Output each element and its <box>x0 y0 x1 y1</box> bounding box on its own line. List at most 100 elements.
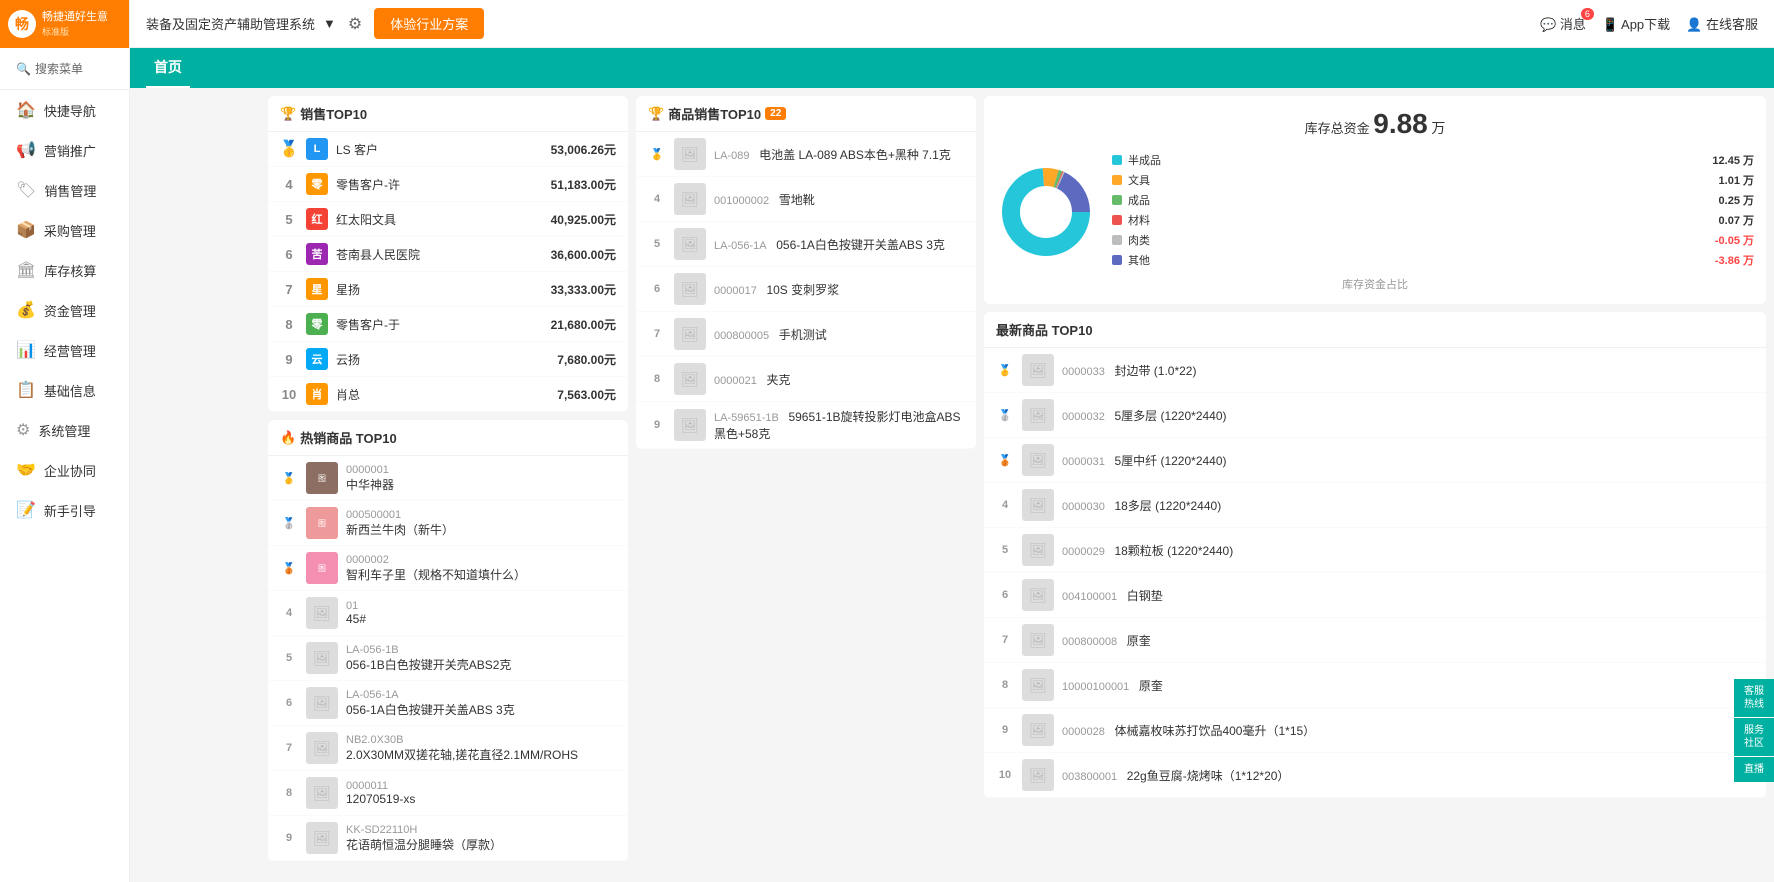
left-col: 🏆 销售TOP10 🥇 L LS 客户 53,006.26元 <box>268 96 628 874</box>
product-thumbnail: 🖼 <box>306 732 338 764</box>
product-name: 电池盖 LA-089 ABS本色+黑种 7.1克 <box>759 148 951 162</box>
settings-icon[interactable]: ⚙ <box>348 14 362 34</box>
avatar: 肖 <box>306 383 328 405</box>
customer-value: 36,600.00元 <box>551 246 616 263</box>
product-info: 0000030 18多层 (1220*2440) <box>1062 497 1754 514</box>
stock-value: 9.88 <box>1373 108 1428 139</box>
list-item: 5 🖼 LA-056-1A 056-1A白色按键开关盖ABS 3克 <box>636 222 976 267</box>
sidebar-item-basic-info[interactable]: 📋 基础信息 <box>0 370 129 410</box>
list-item: 7 🖼 000800008 原奎 <box>984 618 1766 663</box>
product-thumbnail: 🖼 <box>1022 444 1054 476</box>
avatar: 云 <box>306 348 328 370</box>
product-code: 004100001 <box>1062 591 1117 603</box>
list-item: 8 🖼 0000021 夹克 <box>636 357 976 402</box>
product-sales-header: 🏆 商品销售TOP10 22 <box>636 96 976 132</box>
legend-item: 肉类 -0.05 万 <box>1112 232 1754 248</box>
list-item: 9 🖼 0000028 体械嘉枚味苏打饮品400毫升（1*15） <box>984 708 1766 753</box>
system-selector[interactable]: 装备及固定资产辅助管理系统 ▼ <box>146 14 336 33</box>
product-thumbnail: 🖼 <box>1022 579 1054 611</box>
rank-medal: 🥇 <box>996 364 1014 377</box>
sidebar-item-label: 基础信息 <box>44 381 96 400</box>
float-community-btn[interactable]: 服务社区 <box>1734 718 1774 756</box>
sidebar-item-collab[interactable]: 🤝 企业协同 <box>0 450 129 490</box>
list-item: 🥇 🖼 LA-089 电池盖 LA-089 ABS本色+黑种 7.1克 <box>636 132 976 177</box>
search-icon: 🔍 <box>16 62 31 76</box>
product-thumbnail: 🖼 <box>1022 714 1054 746</box>
product-name: 2.0X30MM双搓花轴,搓花直径2.1MM/ROHS <box>346 746 616 763</box>
table-row: 5 红 红太阳文具 40,925.00元 <box>268 202 628 237</box>
image-placeholder-icon: 🖼 <box>313 695 331 712</box>
avatar: 苦 <box>306 243 328 265</box>
image-placeholder-icon: 🖼 <box>1029 542 1047 559</box>
app-download-btn[interactable]: 📱 App下载 <box>1602 14 1670 33</box>
sidebar-item-inventory[interactable]: 🏛 库存核算 <box>0 250 129 290</box>
product-code: LA-056-1A <box>714 240 767 252</box>
sidebar: 畅 畅捷通好生意 标准版 🔍 搜索菜单 🏠 快捷导航 📢 营销推广 🏷 销售管理… <box>0 0 130 882</box>
float-service-btn[interactable]: 客服热线 <box>1734 679 1774 717</box>
legend-value: 0.07 万 <box>1719 212 1754 228</box>
stock-donut-chart <box>996 162 1096 262</box>
image-placeholder-icon: 🖼 <box>1029 767 1047 784</box>
legend-value: -0.05 万 <box>1715 232 1754 248</box>
marketing-icon: 📢 <box>16 140 36 160</box>
top-badge: 22 <box>765 107 786 120</box>
product-thumbnail: 🖼 <box>674 138 706 170</box>
sidebar-item-sales[interactable]: 🏷 销售管理 <box>0 170 129 210</box>
product-thumbnail: 🖼 <box>1022 624 1054 656</box>
product-thumbnail: 🖼 <box>674 318 706 350</box>
product-name: 手机测试 <box>779 328 827 342</box>
search-menu-btn[interactable]: 🔍 搜索菜单 <box>8 56 121 81</box>
content-body: 🏆 销售TOP10 🥇 L LS 客户 53,006.26元 <box>130 88 1774 882</box>
table-row: 🥇 L LS 客户 53,006.26元 <box>268 132 628 167</box>
rank-num: 9 <box>648 419 666 431</box>
stock-label: 库存总资金 <box>1305 121 1370 136</box>
sidebar-item-finance[interactable]: 💰 资金管理 <box>0 290 129 330</box>
product-code: 0000030 <box>1062 501 1105 513</box>
product-name: 体械嘉枚味苏打饮品400毫升（1*15） <box>1114 724 1315 738</box>
message-label: 消息 <box>1560 17 1586 32</box>
home-tab[interactable]: 首页 <box>146 48 190 88</box>
mid-col: 🏆 商品销售TOP10 22 🥇 🖼 LA-089 <box>636 96 976 874</box>
sidebar-item-purchase[interactable]: 📦 采购管理 <box>0 210 129 250</box>
rank-num: 6 <box>648 283 666 295</box>
latest-products-panel: 最新商品 TOP10 🥇 🖼 0000033 封边带 (1.0*22) <box>984 312 1766 798</box>
image-placeholder-icon: 🖼 <box>313 650 331 667</box>
product-info: LA-056-1A 056-1A白色按键开关盖ABS 3克 <box>346 689 616 718</box>
page-content: 首页 🏆 销售TOP10 🥇 <box>130 48 1774 882</box>
customer-name: 肖总 <box>336 386 549 403</box>
sidebar-item-operations[interactable]: 📊 经营管理 <box>0 330 129 370</box>
logo-icon: 畅 <box>8 10 36 38</box>
sidebar-item-quicknav[interactable]: 🏠 快捷导航 <box>0 90 129 130</box>
sidebar-item-system[interactable]: ⚙ 系统管理 <box>0 410 129 450</box>
customer-name: LS 客户 <box>336 141 543 158</box>
rank-num: 5 <box>648 238 666 250</box>
customer-value: 7,680.00元 <box>557 351 616 368</box>
product-thumbnail: 图 <box>306 462 338 494</box>
sidebar-item-newbie[interactable]: 📝 新手引导 <box>0 490 129 530</box>
sidebar-item-label: 营销推广 <box>44 141 96 160</box>
sidebar-search-area[interactable]: 🔍 搜索菜单 <box>0 48 129 90</box>
list-item: 6 🖼 004100001 白钢垫 <box>984 573 1766 618</box>
product-thumbnail: 🖼 <box>674 363 706 395</box>
trial-btn[interactable]: 体验行业方案 <box>374 8 484 39</box>
product-thumbnail: 🖼 <box>306 642 338 674</box>
product-name: 056-1A白色按键开关盖ABS 3克 <box>776 238 945 252</box>
product-info: 0000002 智利车子里（规格不知道填什么） <box>346 554 616 583</box>
product-code: 0000002 <box>346 554 616 566</box>
product-name: 10S 变刺罗浆 <box>766 283 839 297</box>
stock-chart-area: 半成品 12.45 万 文具 1.01 万 <box>996 152 1754 272</box>
image-placeholder-icon: 🖼 <box>313 740 331 757</box>
sidebar-item-marketing[interactable]: 📢 营销推广 <box>0 130 129 170</box>
image-placeholder-icon: 🖼 <box>681 417 699 434</box>
product-code: 0000028 <box>1062 726 1105 738</box>
quicknav-icon: 🏠 <box>16 100 36 120</box>
product-code: 000500001 <box>346 509 616 521</box>
product-thumbnail: 🖼 <box>674 273 706 305</box>
online-service-btn[interactable]: 👤 在线客服 <box>1686 14 1758 33</box>
stock-footer: 库存资金占比 <box>996 276 1754 292</box>
product-info: 0000029 18颗粒板 (1220*2440) <box>1062 542 1754 559</box>
float-live-btn[interactable]: 直播 <box>1734 757 1774 782</box>
avatar: 零 <box>306 173 328 195</box>
table-row: 10 肖 肖总 7,563.00元 <box>268 377 628 412</box>
message-btn[interactable]: 💬 6 消息 <box>1540 14 1586 33</box>
